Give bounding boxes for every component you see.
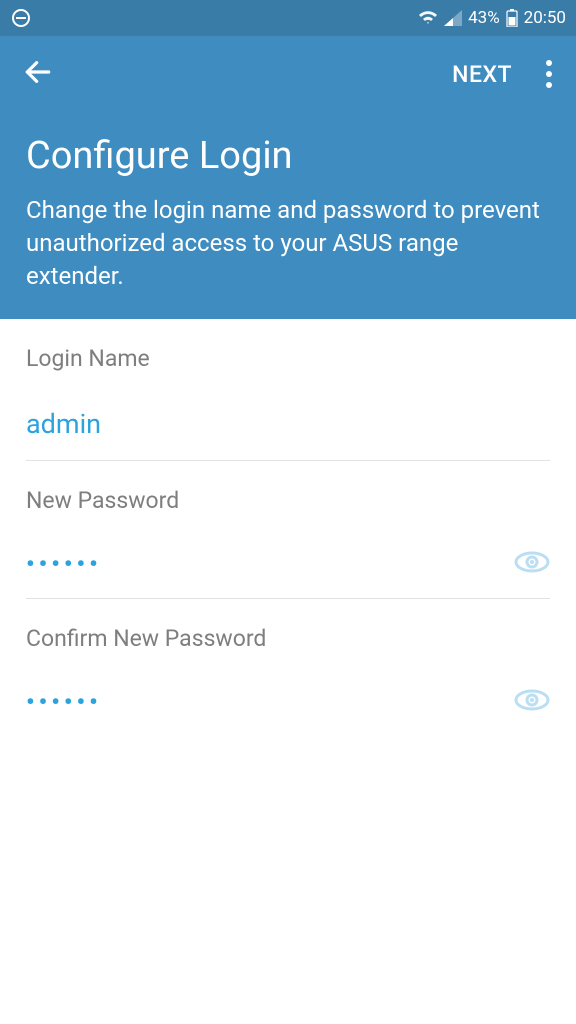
next-button[interactable]: NEXT <box>452 61 512 88</box>
login-name-group: Login Name <box>26 319 550 461</box>
page-subtitle: Change the login name and password to pr… <box>26 194 550 293</box>
confirm-password-label: Confirm New Password <box>26 625 550 652</box>
back-arrow-icon[interactable] <box>22 56 54 92</box>
confirm-password-group: Confirm New Password •••••• <box>26 599 550 736</box>
new-password-group: New Password •••••• <box>26 461 550 599</box>
page-title: Configure Login <box>26 134 550 178</box>
battery-icon <box>506 9 518 27</box>
overflow-menu-icon[interactable] <box>534 52 564 96</box>
show-confirm-password-icon[interactable] <box>514 688 550 716</box>
login-form: Login Name New Password •••••• Confirm N… <box>0 319 576 736</box>
do-not-disturb-icon <box>12 9 30 27</box>
battery-percent: 43% <box>468 8 500 28</box>
clock-time: 20:50 <box>524 8 566 28</box>
confirm-password-input[interactable]: •••••• <box>26 690 102 714</box>
cellular-signal-icon <box>444 10 462 26</box>
login-name-label: Login Name <box>26 345 550 372</box>
show-password-icon[interactable] <box>514 550 550 578</box>
login-name-input[interactable] <box>26 408 550 440</box>
new-password-label: New Password <box>26 487 550 514</box>
status-bar: 43% 20:50 <box>0 0 576 36</box>
wifi-icon <box>418 10 438 26</box>
new-password-input[interactable]: •••••• <box>26 552 102 576</box>
header-panel: NEXT Configure Login Change the login na… <box>0 36 576 319</box>
app-bar: NEXT <box>0 36 576 112</box>
